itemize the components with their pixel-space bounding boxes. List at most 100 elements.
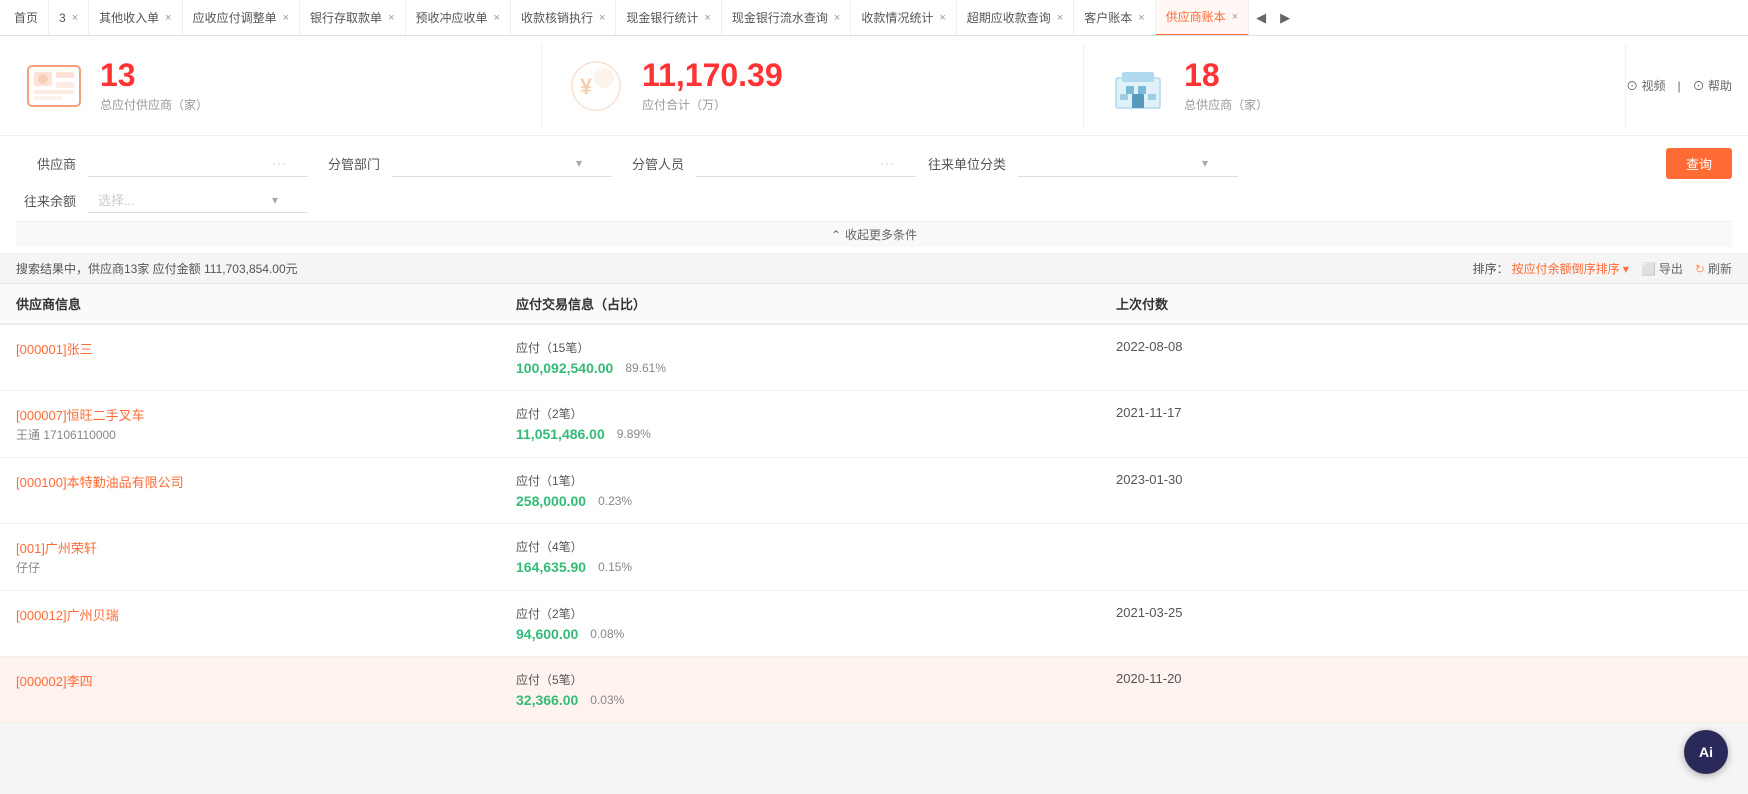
nav-tab-cash-flow[interactable]: 现金银行流水查询 ×	[722, 0, 851, 36]
nav-tab-3-close[interactable]: ×	[72, 12, 78, 24]
help-link[interactable]: ⊙ 帮助	[1693, 77, 1732, 94]
supplier-link[interactable]: [000100]本特勤油品有限公司	[16, 475, 184, 490]
person-input[interactable]	[700, 153, 880, 174]
nav-tab-bank[interactable]: 银行存取款单 ×	[300, 0, 405, 36]
col-header-lastpay: 上次付数	[1116, 294, 1732, 313]
payable-info: 应付（5笔） 32,366.00 0.03%	[516, 671, 1116, 708]
payable-count: 应付（1笔）	[516, 472, 1116, 489]
video-link[interactable]: ⊙ 视频	[1626, 77, 1665, 94]
supplier-link[interactable]: [001]广州荣轩	[16, 541, 97, 556]
balance-select-wrap[interactable]: ▾	[88, 187, 308, 213]
query-button[interactable]: 查询	[1666, 148, 1732, 179]
payable-pct: 9.89%	[617, 427, 651, 441]
payable-count: 应付（4笔）	[516, 538, 1116, 555]
table-row: [001]广州荣轩 仔仔 应付（4笔） 164,635.90 0.15%	[0, 524, 1748, 591]
payable-row: 100,092,540.00 89.61%	[516, 360, 1116, 376]
nav-tab-bank-close[interactable]: ×	[388, 12, 394, 24]
table-row: [000007]恒旺二手叉车 王通 17106110000 应付（2笔） 11,…	[0, 391, 1748, 458]
payable-pct: 0.15%	[598, 560, 632, 574]
payable-row: 11,051,486.00 9.89%	[516, 426, 1116, 442]
payable-amount[interactable]: 164,635.90	[516, 559, 586, 575]
nav-tab-overdue[interactable]: 超期应收款查询 ×	[957, 0, 1074, 36]
nav-tab-home[interactable]: 首页	[4, 0, 49, 36]
stats-bar: 13 总应付供应商（家） ¥ 11,170.39 应付合计（万）	[0, 36, 1748, 136]
refresh-btn[interactable]: ↻ 刷新	[1695, 260, 1732, 277]
stat-info-total-suppliers: 18 总供应商（家）	[1184, 58, 1268, 112]
nav-tab-cash-stat[interactable]: 现金银行统计 ×	[616, 0, 721, 36]
last-pay-date: 2022-08-08	[1116, 339, 1732, 354]
nav-tab-adjustment-close[interactable]: ×	[283, 12, 289, 24]
payable-amount[interactable]: 32,366.00	[516, 692, 578, 708]
nav-tab-supplier-close[interactable]: ×	[1232, 11, 1238, 23]
nav-tab-prepay-close[interactable]: ×	[494, 12, 500, 24]
supplier-sub: 王通 17106110000	[16, 426, 516, 443]
payable-amount[interactable]: 94,600.00	[516, 626, 578, 642]
sort-label: 排序： 按应付余额倒序排序 ▾	[1473, 260, 1629, 277]
result-actions: 排序： 按应付余额倒序排序 ▾ ⬜ 导出 ↻ 刷新	[1473, 260, 1732, 277]
nav-tab-cash-stat-close[interactable]: ×	[704, 12, 710, 24]
nav-tab-receipt-stat-close[interactable]: ×	[939, 12, 945, 24]
nav-tab-supplier[interactable]: 供应商账本 ×	[1156, 0, 1249, 36]
category-select-wrap[interactable]: ▾	[1018, 151, 1238, 177]
nav-prev-arrow[interactable]: ◀	[1249, 0, 1273, 36]
nav-tab-other-income-close[interactable]: ×	[165, 12, 171, 24]
nav-tab-cash-flow-close[interactable]: ×	[834, 12, 840, 24]
nav-tab-3[interactable]: 3 ×	[49, 0, 89, 36]
total-suppliers-num: 18	[1184, 58, 1268, 93]
payable-info: 应付（15笔） 100,092,540.00 89.61%	[516, 339, 1116, 376]
nav-tab-overdue-close[interactable]: ×	[1057, 12, 1063, 24]
payable-count: 应付（5笔）	[516, 671, 1116, 688]
supplier-link[interactable]: [000001]张三	[16, 342, 93, 357]
nav-tab-customer-label: 客户账本	[1084, 9, 1132, 26]
result-bar: 搜索结果中，供应商13家 应付金额 111,703,854.00元 排序： 按应…	[0, 254, 1748, 284]
filter-area: 供应商 ··· 分管部门 ▾ 分管人员 ··· 往来单位分类 ▾ 查询 往来余额…	[0, 136, 1748, 254]
nav-tab-cash-stat-label: 现金银行统计	[626, 9, 698, 26]
payable-row: 164,635.90 0.15%	[516, 559, 1116, 575]
collapse-bar[interactable]: ⌃ 收起更多条件	[16, 221, 1732, 247]
supplier-info: [001]广州荣轩 仔仔	[16, 538, 516, 576]
balance-input[interactable]	[92, 189, 272, 210]
payable-suppliers-num: 13	[100, 58, 208, 93]
nav-tab-collection-close[interactable]: ×	[599, 12, 605, 24]
nav-tab-bank-label: 银行存取款单	[310, 9, 382, 26]
nav-next-arrow[interactable]: ▶	[1273, 0, 1297, 36]
nav-tab-prepay[interactable]: 预收冲应收单 ×	[406, 0, 511, 36]
help-divider: |	[1678, 79, 1681, 93]
payable-total-label: 应付合计（万）	[642, 96, 783, 113]
dept-select-wrap[interactable]: ▾	[392, 151, 612, 177]
payable-amount[interactable]: 258,000.00	[516, 493, 586, 509]
export-btn[interactable]: ⬜ 导出	[1641, 260, 1683, 277]
nav-tab-adjustment[interactable]: 应收应付调整单 ×	[183, 0, 300, 36]
nav-tab-collection[interactable]: 收款核销执行 ×	[511, 0, 616, 36]
nav-tab-other-income[interactable]: 其他收入单 ×	[89, 0, 182, 36]
nav-tab-customer[interactable]: 客户账本 ×	[1074, 0, 1155, 36]
supplier-link[interactable]: [000007]恒旺二手叉车	[16, 408, 145, 423]
total-suppliers-label: 总供应商（家）	[1184, 96, 1268, 113]
nav-tab-receipt-stat[interactable]: 收款情况统计 ×	[851, 0, 956, 36]
supplier-link[interactable]: [000012]广州贝瑞	[16, 608, 119, 623]
sort-active[interactable]: 按应付余额倒序排序 ▾	[1512, 260, 1629, 277]
payable-amount[interactable]: 11,051,486.00	[516, 426, 605, 442]
help-links: ⊙ 视频 | ⊙ 帮助	[1626, 77, 1748, 94]
col-header-payable: 应付交易信息（占比）	[516, 294, 1116, 313]
supplier-link[interactable]: [000002]李四	[16, 674, 93, 689]
payable-count: 应付（2笔）	[516, 605, 1116, 622]
payable-info: 应付（1笔） 258,000.00 0.23%	[516, 472, 1116, 509]
nav-tab-customer-close[interactable]: ×	[1138, 12, 1144, 24]
nav-tab-prepay-label: 预收冲应收单	[416, 9, 488, 26]
nav-tab-adjustment-label: 应收应付调整单	[193, 9, 277, 26]
top-navigation: 首页 3 × 其他收入单 × 应收应付调整单 × 银行存取款单 × 预收冲应收单…	[0, 0, 1748, 36]
category-input[interactable]	[1022, 153, 1202, 174]
supplier-info: [000001]张三	[16, 339, 516, 358]
payable-row: 32,366.00 0.03%	[516, 692, 1116, 708]
payable-pct: 0.08%	[590, 627, 624, 641]
category-chevron: ▾	[1202, 156, 1208, 170]
stat-block-payable-suppliers: 13 总应付供应商（家）	[0, 44, 542, 128]
payable-amount[interactable]: 100,092,540.00	[516, 360, 613, 376]
total-suppliers-icon	[1108, 56, 1168, 116]
dept-input[interactable]	[396, 153, 576, 174]
supplier-input[interactable]	[92, 153, 272, 174]
supplier-sub: 仔仔	[16, 559, 516, 576]
supplier-info: [000012]广州贝瑞	[16, 605, 516, 624]
ai-button[interactable]: Ai	[1684, 730, 1728, 774]
